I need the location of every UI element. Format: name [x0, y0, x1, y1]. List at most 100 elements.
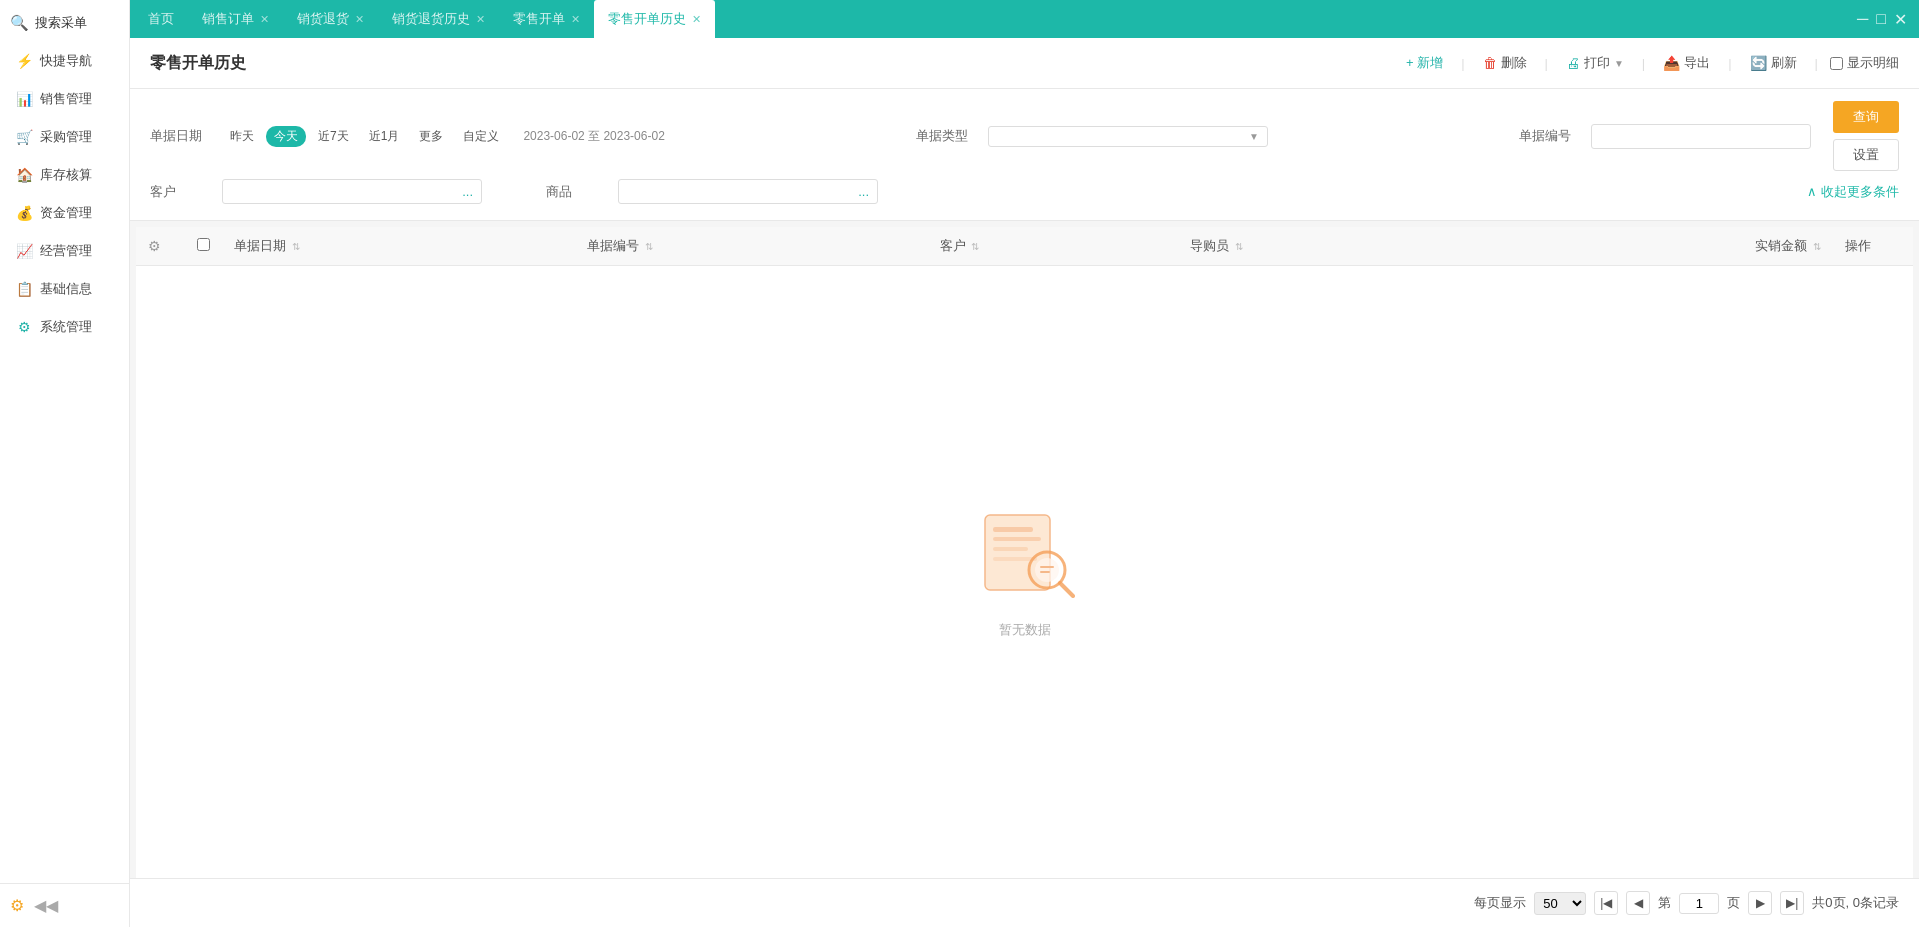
number-filter-input[interactable]: [1591, 124, 1811, 149]
display-detail-checkbox[interactable]: [1830, 57, 1843, 70]
search-button[interactable]: 查询: [1833, 101, 1899, 133]
window-maximize-btn[interactable]: □: [1876, 10, 1886, 28]
th-number-label: 单据编号: [587, 238, 639, 253]
tab-sales-return-history-close[interactable]: ✕: [476, 13, 485, 26]
th-number: 单据编号 ⇅: [575, 227, 928, 266]
date-sort-icon[interactable]: ⇅: [292, 241, 300, 252]
add-button[interactable]: + 新增: [1400, 50, 1449, 76]
display-detail-button[interactable]: 显示明细: [1830, 54, 1899, 72]
collapse-sidebar-icon[interactable]: ◀◀: [34, 896, 58, 915]
date-btn-7days[interactable]: 近7天: [310, 126, 357, 147]
settings-footer-icon[interactable]: ⚙: [10, 896, 24, 915]
tab-sales-return-history-label: 销货退货历史: [392, 10, 470, 28]
sidebar-item-finance-mgmt[interactable]: 💰 资金管理: [0, 194, 129, 232]
filter-row-2: 客户 ... 商品 ... ∧ 收起更多条件: [150, 179, 1899, 204]
date-btn-more[interactable]: 更多: [411, 126, 451, 147]
date-btn-yesterday[interactable]: 昨天: [222, 126, 262, 147]
select-all-checkbox[interactable]: [197, 238, 210, 251]
tab-sales-return-label: 销货退货: [297, 10, 349, 28]
sidebar-search-label: 搜索采单: [35, 14, 87, 32]
tab-home-label: 首页: [148, 10, 174, 28]
tab-retail-open-history-label: 零售开单历史: [608, 10, 686, 28]
th-date-label: 单据日期: [234, 238, 286, 253]
svg-line-7: [1060, 583, 1073, 596]
purchase-mgmt-icon: 🛒: [16, 129, 32, 145]
customer-ellipsis-btn[interactable]: ...: [462, 184, 473, 199]
tab-retail-open[interactable]: 零售开单 ✕: [499, 0, 594, 38]
tab-retail-open-history[interactable]: 零售开单历史 ✕: [594, 0, 715, 38]
sidebar-item-label: 系统管理: [40, 318, 92, 336]
customer-filter-input[interactable]: ...: [222, 179, 482, 204]
sidebar-item-basic-info[interactable]: 📋 基础信息: [0, 270, 129, 308]
display-detail-label: 显示明细: [1847, 54, 1899, 72]
amount-sort-icon[interactable]: ⇅: [1813, 241, 1821, 252]
sales-mgmt-icon: 📊: [16, 91, 32, 107]
customer-input-field[interactable]: [231, 184, 458, 199]
refresh-button[interactable]: 🔄 刷新: [1744, 50, 1803, 76]
th-amount: 实销金额 ⇅: [1480, 227, 1833, 266]
tab-home[interactable]: 首页: [134, 0, 188, 38]
tab-sales-return[interactable]: 销货退货 ✕: [283, 0, 378, 38]
sidebar-item-quick-nav[interactable]: ⚡ 快捷导航: [0, 42, 129, 80]
salesperson-sort-icon[interactable]: ⇅: [1235, 241, 1243, 252]
tab-sales-order[interactable]: 销售订单 ✕: [188, 0, 283, 38]
export-button-label: 导出: [1684, 54, 1710, 72]
tab-sales-return-history[interactable]: 销货退货历史 ✕: [378, 0, 499, 38]
print-button[interactable]: 🖨 打印 ▼: [1560, 50, 1630, 76]
empty-state: 暂无数据: [136, 266, 1913, 878]
product-input-field[interactable]: [627, 184, 854, 199]
sidebar-item-inventory[interactable]: 🏠 库存核算: [0, 156, 129, 194]
product-filter-input[interactable]: ...: [618, 179, 878, 204]
empty-illustration: [965, 505, 1085, 605]
tab-retail-open-label: 零售开单: [513, 10, 565, 28]
filter-settings-button[interactable]: 设置: [1833, 139, 1899, 171]
tab-retail-open-close[interactable]: ✕: [571, 13, 580, 26]
page-unit: 页: [1727, 894, 1740, 912]
number-input-field[interactable]: [1600, 129, 1802, 144]
operations-mgmt-icon: 📈: [16, 243, 32, 259]
tab-sales-order-close[interactable]: ✕: [260, 13, 269, 26]
customer-filter-label: 客户: [150, 183, 210, 201]
table-container: ⚙ 单据日期 ⇅ 单据编号 ⇅: [136, 227, 1913, 878]
sidebar-item-operations-mgmt[interactable]: 📈 经营管理: [0, 232, 129, 270]
page-actions: + 新增 | 🗑 删除 | 🖨 打印 ▼ | 📤 导出 |: [1400, 50, 1899, 76]
th-amount-label: 实销金额: [1755, 238, 1807, 253]
svg-rect-2: [993, 537, 1041, 541]
tab-sales-return-close[interactable]: ✕: [355, 13, 364, 26]
sidebar-item-system-mgmt[interactable]: ⚙ 系统管理: [0, 308, 129, 346]
sidebar-item-label: 资金管理: [40, 204, 92, 222]
sidebar-footer: ⚙ ◀◀: [0, 883, 129, 927]
date-btn-custom[interactable]: 自定义: [455, 126, 507, 147]
prev-page-btn[interactable]: ◀: [1626, 891, 1650, 915]
sidebar-item-label: 销售管理: [40, 90, 92, 108]
delete-button[interactable]: 🗑 删除: [1477, 50, 1533, 76]
number-sort-icon[interactable]: ⇅: [645, 241, 653, 252]
th-salesperson-label: 导购员: [1190, 238, 1229, 253]
sidebar-item-label: 库存核算: [40, 166, 92, 184]
sidebar-item-purchase-mgmt[interactable]: 🛒 采购管理: [0, 118, 129, 156]
finance-mgmt-icon: 💰: [16, 205, 32, 221]
last-page-btn[interactable]: ▶|: [1780, 891, 1804, 915]
window-close-btn[interactable]: ✕: [1894, 10, 1907, 29]
per-page-select[interactable]: 50 100 200: [1534, 892, 1586, 915]
collapse-label: 收起更多条件: [1821, 183, 1899, 201]
column-settings-icon[interactable]: ⚙: [148, 238, 161, 254]
sidebar-search[interactable]: 🔍 搜索采单: [0, 0, 129, 42]
page-number-input[interactable]: [1679, 893, 1719, 914]
window-minimize-btn[interactable]: ─: [1857, 10, 1868, 28]
collapse-filter-btn[interactable]: ∧ 收起更多条件: [1807, 183, 1899, 201]
sidebar-item-sales-mgmt[interactable]: 📊 销售管理: [0, 80, 129, 118]
first-page-btn[interactable]: |◀: [1594, 891, 1618, 915]
type-filter-select[interactable]: ▼: [988, 126, 1268, 147]
delete-icon: 🗑: [1483, 55, 1497, 71]
export-icon: 📤: [1663, 55, 1680, 71]
basic-info-icon: 📋: [16, 281, 32, 297]
page-header: 零售开单历史 + 新增 | 🗑 删除 | 🖨 打印 ▼ | 📤: [130, 38, 1919, 89]
tab-retail-open-history-close[interactable]: ✕: [692, 13, 701, 26]
customer-sort-icon[interactable]: ⇅: [971, 241, 979, 252]
date-btn-today[interactable]: 今天: [266, 126, 306, 147]
export-button[interactable]: 📤 导出: [1657, 50, 1716, 76]
product-ellipsis-btn[interactable]: ...: [858, 184, 869, 199]
date-btn-1month[interactable]: 近1月: [361, 126, 408, 147]
next-page-btn[interactable]: ▶: [1748, 891, 1772, 915]
